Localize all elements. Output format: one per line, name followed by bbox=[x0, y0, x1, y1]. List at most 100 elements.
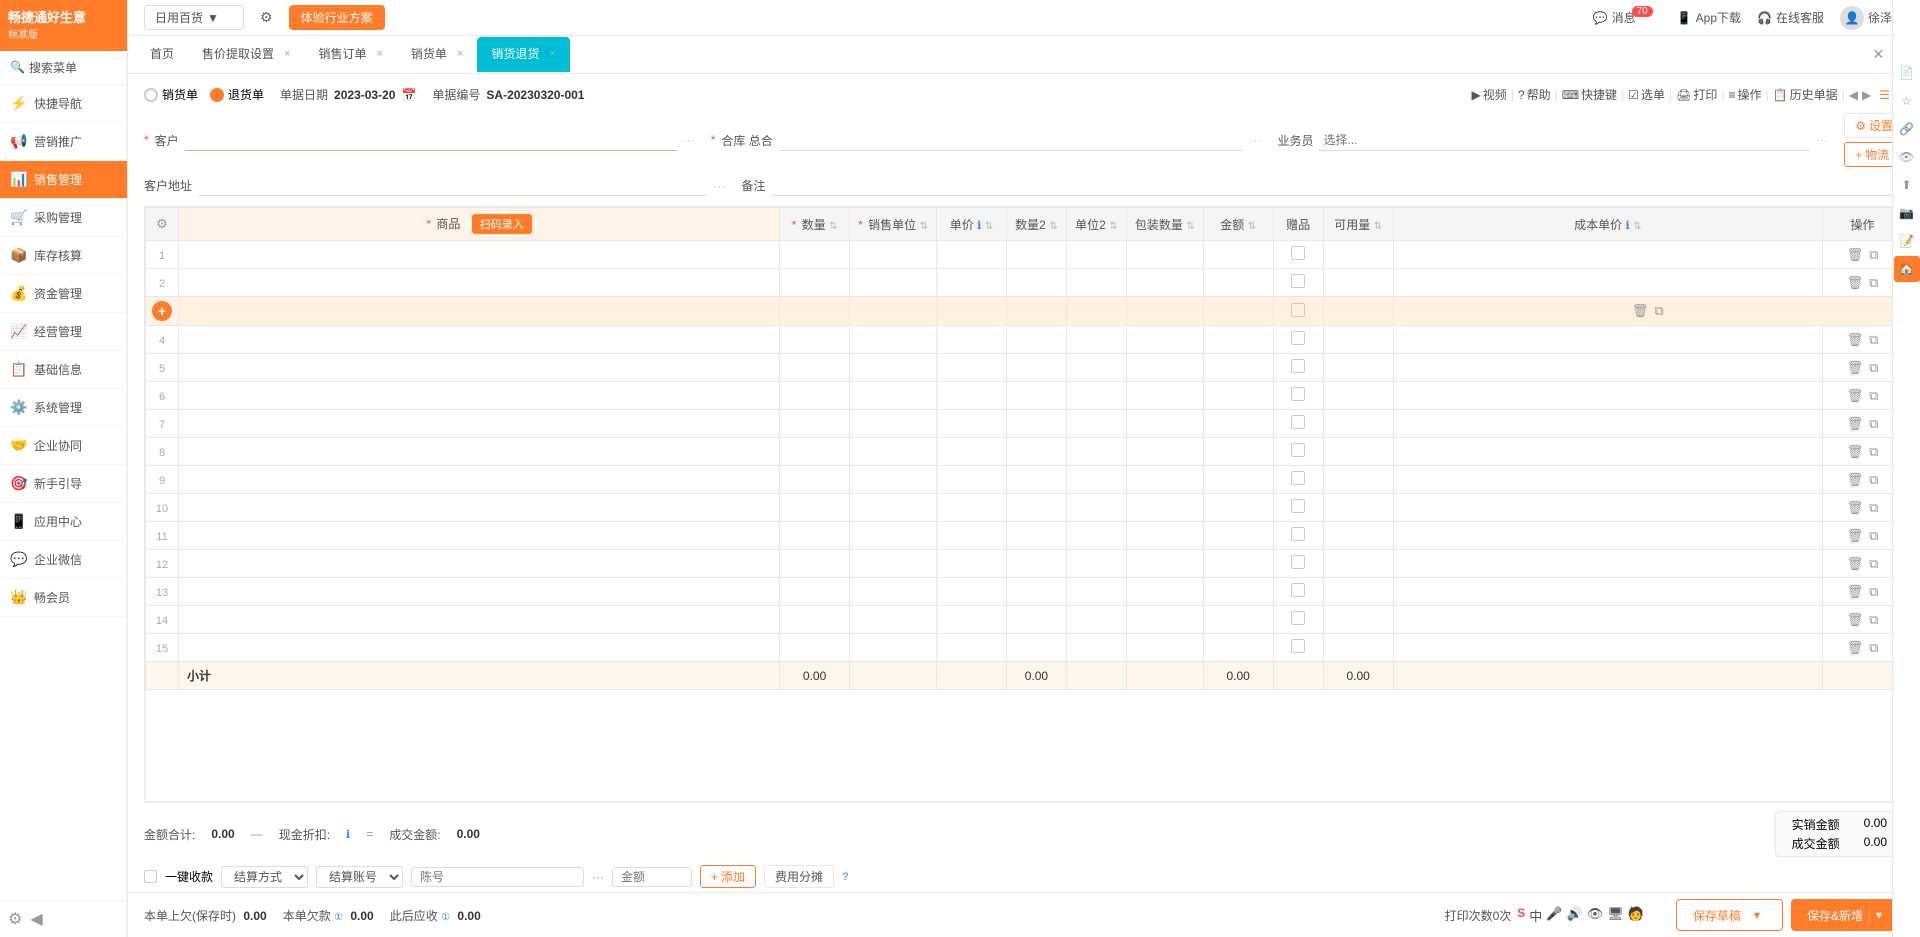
delete-icon-11[interactable]: 🗑 bbox=[1847, 528, 1864, 544]
gift-checkbox-13[interactable] bbox=[1291, 583, 1305, 597]
qty2-sort-icon[interactable]: ⇅ bbox=[1049, 221, 1057, 232]
delete-icon-3[interactable]: 🗑 bbox=[1632, 303, 1649, 319]
customer-input[interactable] bbox=[185, 130, 677, 151]
salesperson-input[interactable] bbox=[1319, 130, 1810, 151]
delete-icon-7[interactable]: 🗑 bbox=[1847, 416, 1864, 432]
tab-sales-return[interactable]: 销货退货 × bbox=[477, 37, 569, 72]
sidebar-item-inventory[interactable]: 📦 库存核算 bbox=[0, 237, 127, 275]
gift-checkbox-11[interactable] bbox=[1291, 527, 1305, 541]
delete-icon-1[interactable]: 🗑 bbox=[1847, 247, 1864, 263]
right-panel-note-icon[interactable]: 📝 bbox=[1894, 228, 1920, 254]
sidebar-item-newbie[interactable]: 🎯 新手引导 bbox=[0, 465, 127, 503]
sidebar-item-purchase[interactable]: 🛒 采购管理 bbox=[0, 199, 127, 237]
eye-icon[interactable]: 👁 bbox=[1587, 906, 1604, 925]
toolbar-print[interactable]: 🖨 打印 bbox=[1676, 86, 1717, 103]
row-qty-3[interactable] bbox=[780, 297, 850, 326]
row-gift-1[interactable] bbox=[1273, 241, 1323, 269]
toolbar-history[interactable]: 📋 历史单据 bbox=[1773, 86, 1838, 103]
row-product-2[interactable] bbox=[179, 269, 780, 297]
copy-icon-15[interactable]: ⧉ bbox=[1869, 640, 1878, 656]
row-qty2-2[interactable] bbox=[1006, 269, 1066, 297]
row-qty2-1[interactable] bbox=[1006, 241, 1066, 269]
delete-icon-5[interactable]: 🗑 bbox=[1847, 360, 1864, 376]
save-draft-button[interactable]: 保存草稿 ▾ bbox=[1676, 899, 1783, 931]
app-download-item[interactable]: 📱 App下载 bbox=[1677, 9, 1741, 26]
gift-checkbox-8[interactable] bbox=[1291, 443, 1305, 457]
row-amount-1[interactable] bbox=[1203, 241, 1273, 269]
customer-more-icon[interactable]: ··· bbox=[683, 133, 695, 147]
copy-icon-2[interactable]: ⧉ bbox=[1869, 275, 1878, 291]
topbar-gear-icon[interactable]: ⚙ bbox=[256, 5, 277, 30]
view-list-icon[interactable]: ☰ bbox=[1879, 88, 1890, 102]
copy-icon-6[interactable]: ⧉ bbox=[1869, 388, 1878, 404]
copy-icon-7[interactable]: ⧉ bbox=[1869, 416, 1878, 432]
row-add-btn-3[interactable]: + bbox=[146, 297, 179, 326]
settlement-method-select[interactable]: 结算方式 bbox=[221, 866, 308, 888]
copy-icon-10[interactable]: ⧉ bbox=[1869, 500, 1878, 516]
person-icon[interactable]: 🧑 bbox=[1628, 906, 1644, 925]
address-input[interactable] bbox=[198, 175, 707, 196]
row-amount-2[interactable] bbox=[1203, 269, 1273, 297]
gift-checkbox-14[interactable] bbox=[1291, 611, 1305, 625]
row-price-2[interactable] bbox=[936, 269, 1006, 297]
delete-icon-4[interactable]: 🗑 bbox=[1847, 332, 1864, 348]
delete-icon-13[interactable]: 🗑 bbox=[1847, 584, 1864, 600]
cost-price-info-icon[interactable]: ℹ bbox=[1626, 220, 1630, 232]
notification-item[interactable]: 💬 消息 70 bbox=[1593, 9, 1661, 26]
screen-icon[interactable]: 🖥 bbox=[1607, 906, 1624, 925]
th-config[interactable]: ⚙ bbox=[146, 208, 179, 241]
config-gear-icon[interactable]: ⚙ bbox=[156, 216, 168, 231]
delete-icon-12[interactable]: 🗑 bbox=[1847, 556, 1864, 572]
save-draft-chevron[interactable]: ▾ bbox=[1747, 906, 1766, 924]
row-pack-1[interactable] bbox=[1126, 241, 1203, 269]
qty-sort-icon[interactable]: ⇅ bbox=[829, 221, 837, 232]
available-sort-icon[interactable]: ⇅ bbox=[1374, 221, 1382, 232]
cost-sort-icon[interactable]: ⇅ bbox=[1633, 221, 1641, 232]
delete-icon-2[interactable]: 🗑 bbox=[1847, 275, 1864, 291]
save-new-button[interactable]: 保存&新增 ▾ bbox=[1791, 899, 1904, 931]
sidebar-item-finance[interactable]: 💰 资金管理 bbox=[0, 275, 127, 313]
toolbar-help[interactable]: ? 帮助 bbox=[1518, 86, 1551, 103]
radio-sales[interactable]: 销货单 bbox=[144, 86, 198, 103]
sidebar-item-member[interactable]: 👑 畅会员 bbox=[0, 579, 127, 617]
amount-sort-icon[interactable]: ⇅ bbox=[1248, 221, 1256, 232]
sidebar-item-basic-info[interactable]: 📋 基础信息 bbox=[0, 351, 127, 389]
copy-icon-14[interactable]: ⧉ bbox=[1869, 612, 1878, 628]
sidebar-item-enterprise[interactable]: 🤝 企业协同 bbox=[0, 427, 127, 465]
warehouse-more-icon[interactable]: ··· bbox=[1249, 133, 1261, 147]
gift-checkbox-2[interactable] bbox=[1291, 274, 1305, 288]
product-input-active[interactable] bbox=[185, 304, 773, 318]
row-gift-3[interactable] bbox=[1273, 297, 1323, 326]
sidebar-item-quick-nav[interactable]: ⚡ 快捷导航 bbox=[0, 85, 127, 123]
online-service-item[interactable]: 🎧 在线客服 bbox=[1757, 9, 1824, 26]
row-unit2-3[interactable] bbox=[1066, 297, 1126, 326]
toolbar-select[interactable]: ☑ 选单 bbox=[1628, 86, 1665, 103]
row-unit-3[interactable] bbox=[850, 297, 937, 326]
copy-icon-1[interactable]: ⧉ bbox=[1869, 247, 1878, 263]
gift-checkbox-4[interactable] bbox=[1291, 331, 1305, 345]
right-panel-link-icon[interactable]: 🔗 bbox=[1894, 116, 1920, 142]
copy-icon-11[interactable]: ⧉ bbox=[1869, 528, 1878, 544]
toolbar-video[interactable]: ▶ 视频 bbox=[1472, 86, 1507, 103]
row-unit-1[interactable] bbox=[850, 241, 937, 269]
row-pack-2[interactable] bbox=[1126, 269, 1203, 297]
warehouse-input[interactable] bbox=[779, 130, 1244, 151]
row-amount-3[interactable] bbox=[1203, 297, 1273, 326]
sidebar-item-operations[interactable]: 📈 经营管理 bbox=[0, 313, 127, 351]
one-click-payment-checkbox[interactable] bbox=[144, 870, 157, 883]
row-qty-2[interactable] bbox=[780, 269, 850, 297]
voice-icon[interactable]: 🔊 bbox=[1567, 906, 1583, 925]
pack-qty-sort-icon[interactable]: ⇅ bbox=[1186, 221, 1194, 232]
row-unit2-1[interactable] bbox=[1066, 241, 1126, 269]
save-new-chevron[interactable]: ▾ bbox=[1869, 906, 1888, 924]
copy-icon-3[interactable]: ⧉ bbox=[1654, 303, 1663, 319]
toolbar-operations[interactable]: ≡ 操作 bbox=[1728, 86, 1761, 103]
gift-checkbox-7[interactable] bbox=[1291, 415, 1305, 429]
topbar-selector[interactable]: 日用百货 ▼ bbox=[144, 5, 244, 30]
fee-split-info-icon[interactable]: ? bbox=[842, 871, 848, 883]
nav-next-icon[interactable]: ▶ bbox=[1862, 88, 1871, 102]
right-panel-doc-icon[interactable]: 📄 bbox=[1894, 60, 1920, 86]
tab-sales-delivery[interactable]: 销货单 × bbox=[397, 37, 477, 72]
copy-icon-8[interactable]: ⧉ bbox=[1869, 444, 1878, 460]
s-icon[interactable]: S bbox=[1517, 906, 1525, 925]
